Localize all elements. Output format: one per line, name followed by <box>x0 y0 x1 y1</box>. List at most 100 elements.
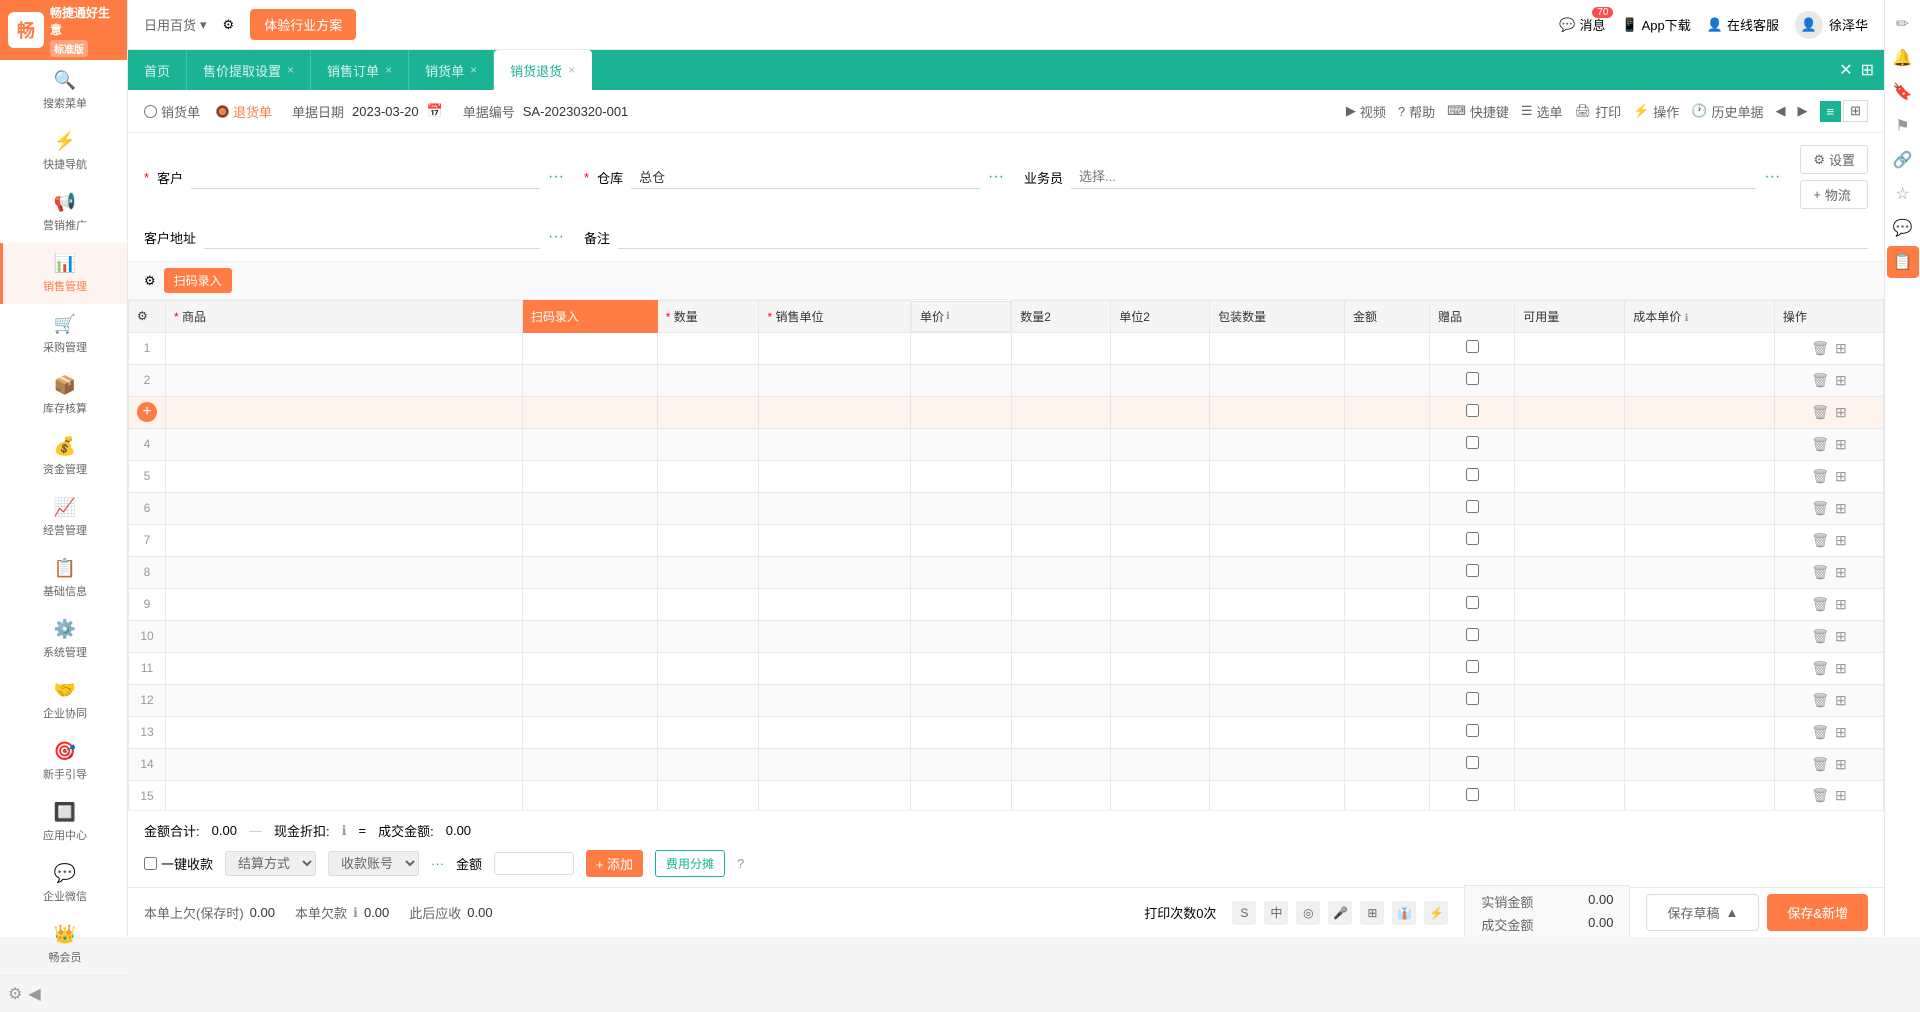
amount-cell[interactable] <box>1345 492 1430 524</box>
sales-unit-cell[interactable] <box>759 748 911 780</box>
qty-cell[interactable] <box>657 780 759 810</box>
unit-price-cell[interactable] <box>910 780 1011 810</box>
customer-select-icon[interactable]: ··· <box>548 168 564 186</box>
available-cell[interactable] <box>1515 748 1625 780</box>
product-cell[interactable] <box>166 620 523 652</box>
unit-price-cell[interactable] <box>910 684 1011 716</box>
qty-cell[interactable] <box>657 524 759 556</box>
sidebar-item-purchase[interactable]: 🛒 采购管理 <box>0 304 127 365</box>
gift-checkbox[interactable] <box>1466 596 1479 609</box>
message-button[interactable]: 💬 消息 70 <box>1559 15 1605 34</box>
tab-price-close[interactable]: × <box>287 63 294 77</box>
available-cell[interactable] <box>1515 716 1625 748</box>
delete-icon[interactable]: 🗑 <box>1811 404 1829 421</box>
one-click-input[interactable] <box>144 857 157 870</box>
cost-price-cell[interactable] <box>1625 524 1775 556</box>
cost-price-info-icon[interactable]: ℹ <box>1685 313 1689 324</box>
amount-cell[interactable] <box>1345 716 1430 748</box>
tab-sales-delivery[interactable]: 销货单 × <box>409 50 494 90</box>
pack-qty-cell[interactable] <box>1210 652 1345 684</box>
amount-input[interactable] <box>494 852 574 875</box>
tab-sales-return[interactable]: 销货退货 × <box>494 50 592 90</box>
cost-price-cell[interactable] <box>1625 780 1775 810</box>
scan-button[interactable]: 扫码录入 <box>164 268 232 293</box>
video-action[interactable]: ▶ 视频 <box>1346 102 1386 121</box>
unit-price-cell[interactable] <box>910 716 1011 748</box>
sidebar-item-quicknav[interactable]: ⚡ 快捷导航 <box>0 121 127 182</box>
settings-gear[interactable]: ⚙ <box>223 17 235 33</box>
taskbar-icon-6[interactable]: 👔 <box>1392 901 1416 925</box>
available-cell[interactable] <box>1515 556 1625 588</box>
cost-price-cell[interactable] <box>1625 332 1775 364</box>
gift-checkbox[interactable] <box>1466 692 1479 705</box>
qty2-cell[interactable] <box>1012 524 1111 556</box>
unit2-cell[interactable] <box>1111 428 1210 460</box>
qty-cell[interactable] <box>657 588 759 620</box>
delete-icon[interactable]: 🗑 <box>1811 756 1829 773</box>
gift-checkbox[interactable] <box>1466 436 1479 449</box>
gift-cell[interactable] <box>1430 588 1515 620</box>
app-download-button[interactable]: 📱 App下载 <box>1621 15 1690 34</box>
gift-checkbox[interactable] <box>1466 340 1479 353</box>
next-record-icon[interactable]: ▶ <box>1798 103 1808 119</box>
taskbar-icon-2[interactable]: 中 <box>1264 901 1288 925</box>
amount-cell[interactable] <box>1345 364 1430 396</box>
sales-unit-cell[interactable] <box>759 780 911 810</box>
sidebar-item-marketing[interactable]: 📢 营销推广 <box>0 182 127 243</box>
qty-cell[interactable] <box>657 652 759 684</box>
available-cell[interactable] <box>1515 684 1625 716</box>
qty2-cell[interactable] <box>1012 492 1111 524</box>
amount-cell[interactable] <box>1345 396 1430 428</box>
account-dots[interactable]: ··· <box>431 856 444 871</box>
copy-icon[interactable]: ⊞ <box>1835 404 1847 421</box>
copy-icon[interactable]: ⊞ <box>1835 660 1847 677</box>
calendar-icon[interactable]: 📅 <box>427 103 443 119</box>
grid-view-btn[interactable]: ⊞ <box>1843 100 1868 122</box>
product-cell[interactable] <box>166 460 523 492</box>
operate-action[interactable]: ⚡ 操作 <box>1633 102 1679 121</box>
pack-qty-cell[interactable] <box>1210 716 1345 748</box>
right-icon-chat[interactable]: 💬 <box>1887 212 1919 244</box>
pack-qty-cell[interactable] <box>1210 524 1345 556</box>
gift-checkbox[interactable] <box>1466 628 1479 641</box>
unit2-cell[interactable] <box>1111 748 1210 780</box>
col-scan[interactable]: 扫码录入 <box>522 301 657 333</box>
sales-unit-cell[interactable] <box>759 396 911 428</box>
unit-price-cell[interactable] <box>910 652 1011 684</box>
unit2-cell[interactable] <box>1111 460 1210 492</box>
qty-cell[interactable] <box>657 396 759 428</box>
pack-qty-cell[interactable] <box>1210 780 1345 810</box>
copy-icon[interactable]: ⊞ <box>1835 564 1847 581</box>
discount-info-icon[interactable]: ℹ <box>342 823 347 839</box>
unit-price-cell[interactable] <box>910 524 1011 556</box>
tab-home[interactable]: 首页 <box>128 50 187 90</box>
qty-cell[interactable] <box>657 332 759 364</box>
settings-button[interactable]: ⚙ 设置 <box>1800 145 1868 174</box>
sales-unit-cell[interactable] <box>759 684 911 716</box>
available-cell[interactable] <box>1515 588 1625 620</box>
qty2-cell[interactable] <box>1012 332 1111 364</box>
address-input[interactable] <box>204 225 540 249</box>
daily-goods-menu[interactable]: 日用百货 ▾ <box>144 15 207 34</box>
copy-icon[interactable]: ⊞ <box>1835 787 1847 804</box>
gift-cell[interactable] <box>1430 748 1515 780</box>
cost-price-cell[interactable] <box>1625 620 1775 652</box>
qty2-cell[interactable] <box>1012 396 1111 428</box>
pack-qty-cell[interactable] <box>1210 332 1345 364</box>
gift-cell[interactable] <box>1430 684 1515 716</box>
calc-method-select[interactable]: 结算方式 <box>225 851 316 876</box>
gift-cell[interactable] <box>1430 524 1515 556</box>
product-cell[interactable] <box>166 780 523 810</box>
sales-unit-cell[interactable] <box>759 620 911 652</box>
gift-checkbox[interactable] <box>1466 468 1479 481</box>
delete-icon[interactable]: 🗑 <box>1811 692 1829 709</box>
pack-qty-cell[interactable] <box>1210 684 1345 716</box>
qty-cell[interactable] <box>657 620 759 652</box>
prev-record-icon[interactable]: ◀ <box>1776 103 1786 119</box>
pack-qty-cell[interactable] <box>1210 396 1345 428</box>
unit-price-cell[interactable] <box>910 332 1011 364</box>
gift-cell[interactable] <box>1430 396 1515 428</box>
tab-expand-icon[interactable]: ⊞ <box>1861 60 1874 80</box>
product-cell[interactable] <box>166 364 523 396</box>
delete-icon[interactable]: 🗑 <box>1811 787 1829 804</box>
